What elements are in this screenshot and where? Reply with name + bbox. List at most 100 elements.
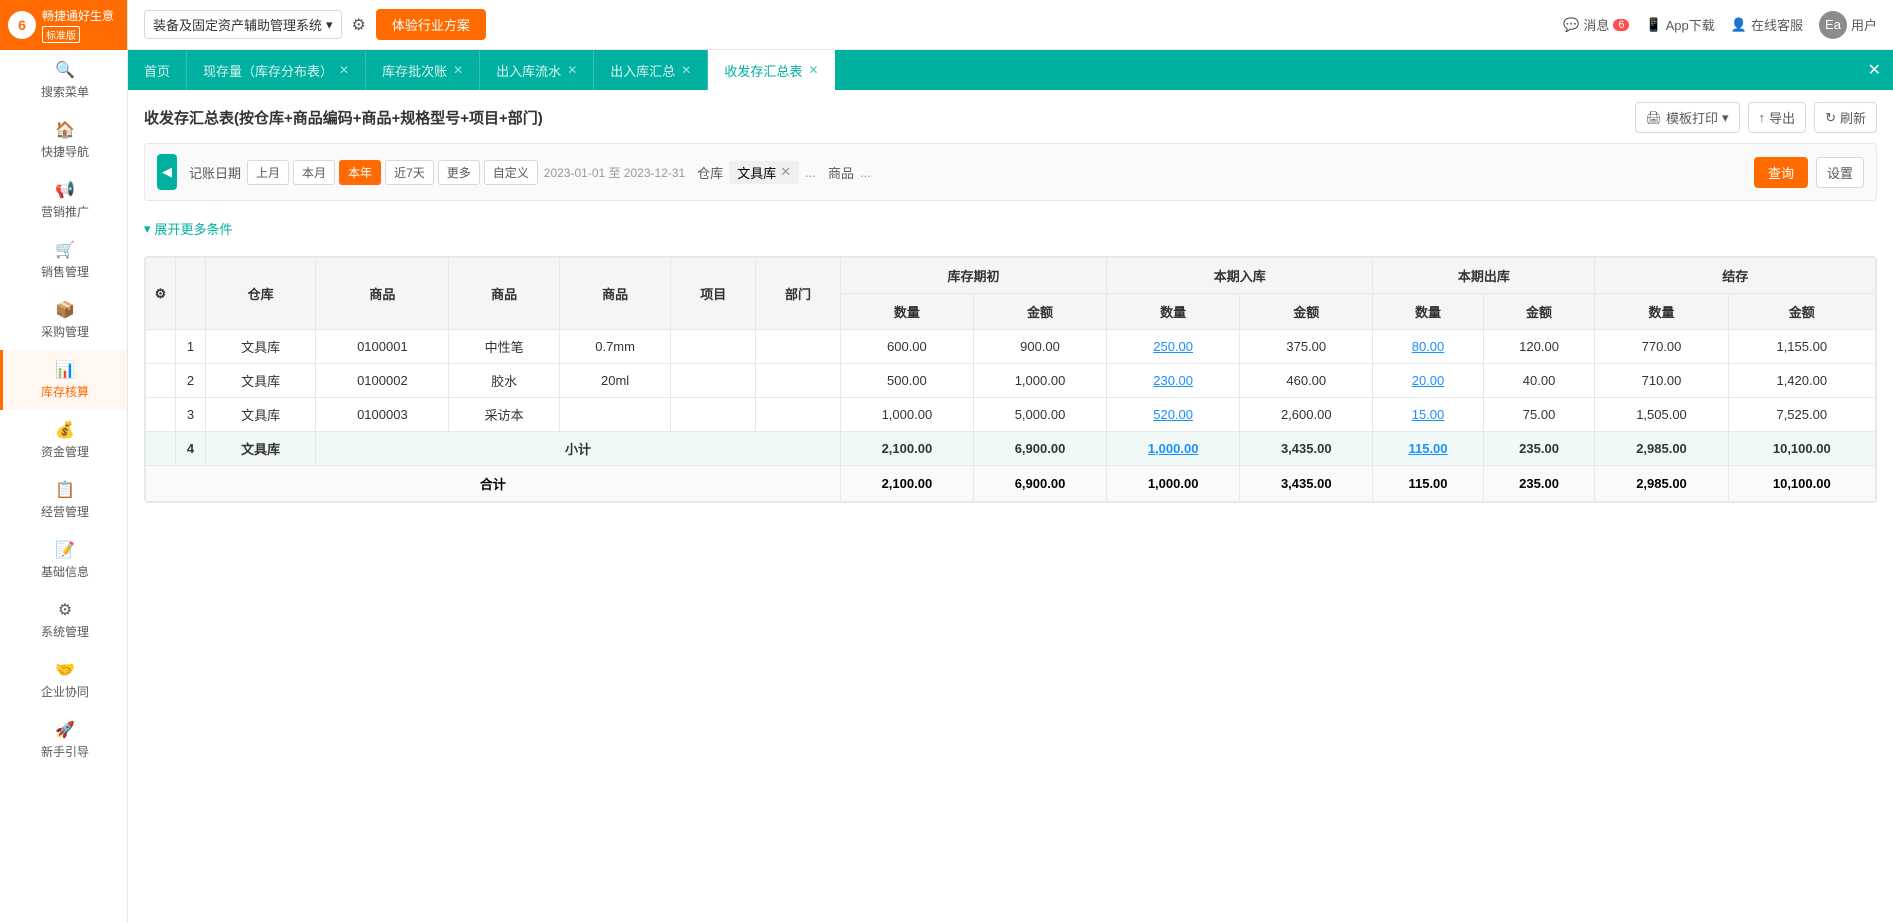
row-warehouse: 文具库	[206, 398, 316, 432]
date-btn-7days[interactable]: 近7天	[385, 160, 434, 185]
sidebar-item-inventory[interactable]: 📊库存核算	[0, 350, 127, 410]
page-inner: 收发存汇总表(按仓库+商品编码+商品+规格型号+项目+部门) 🖨 模板打印 ▾ …	[128, 90, 1893, 923]
table-row: 1 文具库 0100001 中性笔 0.7mm 600.00 900.00 25…	[146, 330, 1876, 364]
tab-flow[interactable]: 出入库流水✕	[480, 50, 594, 90]
row-opening-qty: 600.00	[840, 330, 973, 364]
export-btn[interactable]: ↑ 导出	[1748, 102, 1807, 133]
date-btn-custom[interactable]: 自定义	[484, 160, 538, 185]
tab-batch[interactable]: 库存批次账✕	[366, 50, 480, 90]
app-download-item[interactable]: 📱 App下载	[1645, 15, 1714, 34]
date-btn-last-month[interactable]: 上月	[247, 160, 289, 185]
tab-close-summary-io[interactable]: ✕	[681, 63, 691, 77]
row-name: 中性笔	[449, 330, 559, 364]
subtotal-opening-amt: 6,900.00	[973, 432, 1106, 466]
sidebar-item-purchase[interactable]: 📦采购管理	[0, 290, 127, 350]
sidebar-item-cooperation[interactable]: 🤝企业协同	[0, 650, 127, 710]
row-spec	[559, 398, 671, 432]
row-project	[671, 330, 756, 364]
sidebar-item-sales[interactable]: 🛒销售管理	[0, 230, 127, 290]
subtotal-out-qty[interactable]: 115.00	[1373, 432, 1483, 466]
warehouse-tag-close[interactable]: ✕	[780, 164, 791, 180]
logo-tag: 标准版	[42, 26, 80, 43]
page-header: 收发存汇总表(按仓库+商品编码+商品+规格型号+项目+部门) 🖨 模板打印 ▾ …	[144, 102, 1877, 133]
subtotal-settings[interactable]	[146, 432, 176, 466]
settings-col-header[interactable]: ⚙	[146, 258, 176, 330]
print-btn[interactable]: 🖨 模板打印 ▾	[1635, 102, 1740, 133]
warehouse-more[interactable]: ...	[805, 165, 816, 180]
sidebar-icon-search: 🔍	[55, 60, 75, 80]
tab-summary-io[interactable]: 出入库汇总✕	[594, 50, 708, 90]
sidebar-item-guide[interactable]: 🚀新手引导	[0, 710, 127, 770]
date-btn-more[interactable]: 更多	[438, 160, 480, 185]
subtotal-in-qty[interactable]: 1,000.00	[1107, 432, 1240, 466]
subtotal-in-amt: 3,435.00	[1240, 432, 1373, 466]
warehouse-tag[interactable]: 文具库 ✕	[729, 161, 799, 184]
tab-close-flow[interactable]: ✕	[567, 63, 577, 77]
tab-home[interactable]: 首页	[128, 50, 187, 90]
row-bal-amt: 1,420.00	[1728, 364, 1875, 398]
col-out-amt: 金额	[1483, 294, 1595, 330]
experience-btn[interactable]: 体验行业方案	[376, 9, 486, 40]
user-item[interactable]: Ea 用户	[1819, 11, 1877, 39]
row-spec: 0.7mm	[559, 330, 671, 364]
row-dept	[756, 330, 841, 364]
date-filter-group: 记账日期 上月 本月 本年 近7天 更多 自定义 2023-01-01 至 20…	[189, 160, 685, 185]
sidebar-item-quick-nav[interactable]: 🏠快捷导航	[0, 110, 127, 170]
row-settings[interactable]	[146, 364, 176, 398]
sidebar-item-business[interactable]: 📋经营管理	[0, 470, 127, 530]
row-warehouse: 文具库	[206, 364, 316, 398]
row-out-qty[interactable]: 15.00	[1373, 398, 1483, 432]
settings-icon[interactable]: ⚙	[352, 15, 366, 35]
sidebar-item-basic[interactable]: 📝基础信息	[0, 530, 127, 590]
sidebar-icon-quick-nav: 🏠	[55, 120, 75, 140]
date-btn-this-year[interactable]: 本年	[339, 160, 381, 185]
row-in-qty[interactable]: 250.00	[1107, 330, 1240, 364]
row-name: 胶水	[449, 364, 559, 398]
total-opening-qty: 2,100.00	[840, 466, 973, 502]
table-settings-icon[interactable]: ⚙	[155, 286, 167, 301]
row-in-qty[interactable]: 230.00	[1107, 364, 1240, 398]
row-bal-qty: 770.00	[1595, 330, 1728, 364]
row-out-qty[interactable]: 80.00	[1373, 330, 1483, 364]
tab-close-recv-send[interactable]: ✕	[808, 63, 818, 77]
row-bal-amt: 7,525.00	[1728, 398, 1875, 432]
online-service-label: 在线客服	[1751, 15, 1803, 34]
sidebar-item-system[interactable]: ⚙系统管理	[0, 590, 127, 650]
total-out-qty: 115.00	[1373, 466, 1483, 502]
date-btn-this-month[interactable]: 本月	[293, 160, 335, 185]
tab-current-stock[interactable]: 现存量（库存分布表）✕	[187, 50, 366, 90]
system-selector[interactable]: 装备及固定资产辅助管理系统 ▾	[144, 10, 342, 39]
col-opening-amt: 金额	[973, 294, 1106, 330]
table-body: 1 文具库 0100001 中性笔 0.7mm 600.00 900.00 25…	[146, 330, 1876, 466]
date-label: 记账日期	[189, 163, 241, 182]
row-bal-amt: 1,155.00	[1728, 330, 1875, 364]
messages-item[interactable]: 💬 消息 6	[1563, 15, 1629, 34]
total-bal-qty: 2,985.00	[1595, 466, 1728, 502]
row-dept	[756, 398, 841, 432]
sidebar-item-finance[interactable]: 💰资金管理	[0, 410, 127, 470]
logo-icon: 6	[8, 11, 36, 39]
row-out-qty[interactable]: 20.00	[1373, 364, 1483, 398]
tabbar-close-icon[interactable]: ✕	[1856, 60, 1893, 80]
data-table: ⚙ 仓库 商品 商品 商品 项目 部门 库存期初 本期入库 本期出库	[145, 257, 1876, 502]
sidebar-label-cooperation: 企业协同	[41, 683, 89, 700]
row-settings[interactable]	[146, 330, 176, 364]
online-service-item[interactable]: 👤 在线客服	[1731, 15, 1803, 34]
settings-filter-btn[interactable]: 设置	[1816, 157, 1864, 188]
tab-close-current-stock[interactable]: ✕	[339, 63, 349, 77]
sidebar-item-search[interactable]: 🔍搜索菜单	[0, 50, 127, 110]
row-in-qty[interactable]: 520.00	[1107, 398, 1240, 432]
goods-more[interactable]: ...	[860, 165, 871, 180]
expand-conditions-btn[interactable]: ▾ 展开更多条件	[144, 219, 1877, 238]
row-settings[interactable]	[146, 398, 176, 432]
tab-recv-send[interactable]: 收发存汇总表✕	[708, 50, 835, 90]
sidebar-item-marketing[interactable]: 📢营销推广	[0, 170, 127, 230]
messages-label: 消息	[1583, 15, 1609, 34]
avatar-image: Ea	[1819, 11, 1847, 39]
filter-collapse-btn[interactable]: ◀	[157, 154, 177, 190]
sidebar-nav: 🔍搜索菜单🏠快捷导航📢营销推广🛒销售管理📦采购管理📊库存核算💰资金管理📋经营管理…	[0, 50, 127, 923]
query-btn[interactable]: 查询	[1754, 157, 1808, 188]
main-content: 装备及固定资产辅助管理系统 ▾ ⚙ 体验行业方案 💬 消息 6 📱 App下载 …	[128, 0, 1893, 923]
refresh-btn[interactable]: ↻ 刷新	[1814, 102, 1877, 133]
tab-close-batch[interactable]: ✕	[453, 63, 463, 77]
